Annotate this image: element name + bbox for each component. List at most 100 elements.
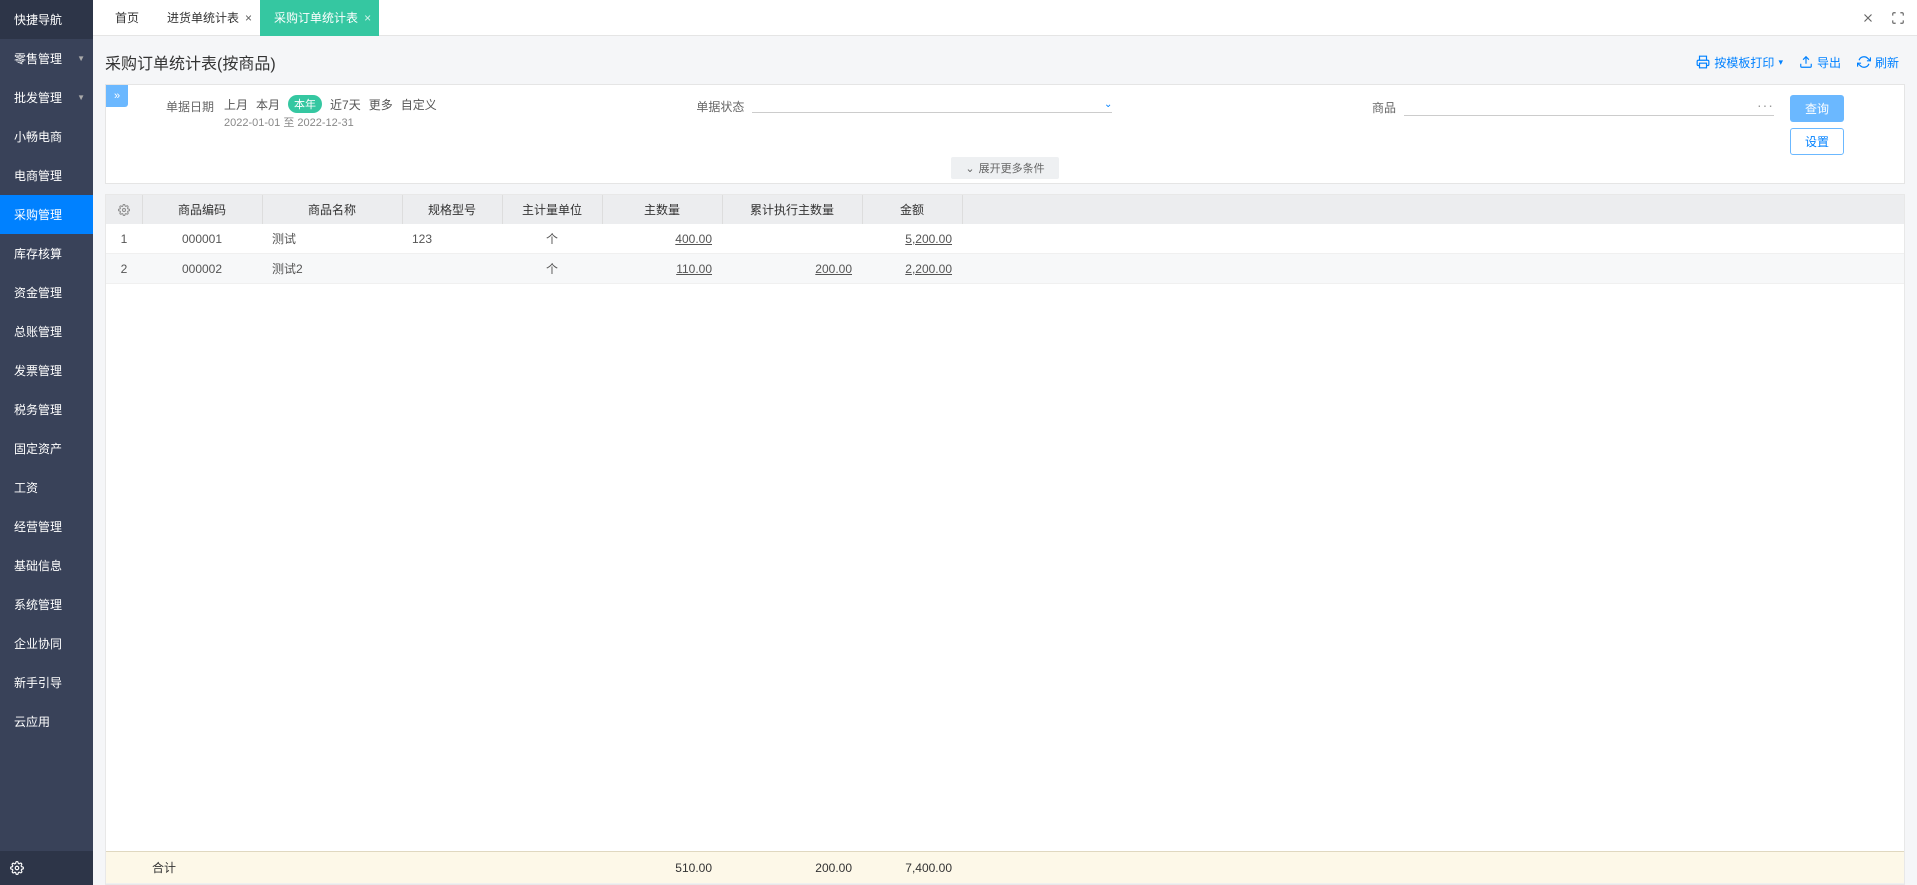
sidebar-item-6[interactable]: 库存核算 [0,234,93,273]
caret-down-icon: ▼ [77,54,85,63]
sidebar-item-2[interactable]: 批发管理▼ [0,78,93,117]
sidebar-item-9[interactable]: 发票管理 [0,351,93,390]
sidebar-item-7[interactable]: 资金管理 [0,273,93,312]
print-button[interactable]: 按模板打印 ▾ [1696,54,1783,71]
cell-unit: 个 [502,224,602,254]
sidebar-settings[interactable] [0,851,93,885]
sidebar-item-13[interactable]: 经营管理 [0,507,93,546]
tab-0[interactable]: 首页 [101,0,153,36]
cell-unit: 个 [502,254,602,284]
footer-qty: 510.00 [602,852,722,884]
table-row[interactable]: 1000001测试123个400.005,200.00 [106,224,1904,254]
main-content: 首页进货单统计表×采购订单统计表× 采购订单统计表(按商品) 按模板打印 [93,0,1917,885]
filter-date: 单据日期 上月本月本年近7天更多自定义 2022-01-01 至 2022-12… [166,95,437,130]
cell-spec [402,254,502,284]
tabs-close-all[interactable] [1859,9,1877,27]
col-name[interactable]: 商品名称 [262,195,402,224]
sidebar-item-16[interactable]: 企业协同 [0,624,93,663]
cell-name: 测试2 [262,254,402,284]
date-option[interactable]: 自定义 [401,96,437,113]
sidebar-item-label: 批发管理 [14,89,62,106]
expand-conditions[interactable]: ⌄ 展开更多条件 [951,157,1058,179]
tab-1[interactable]: 进货单统计表 × [153,0,260,36]
sidebar-item-1[interactable]: 零售管理 ▼ [0,39,93,78]
col-exec[interactable]: 累计执行主数量 [722,195,862,224]
sidebar-item-label: 企业协同 [14,635,62,652]
product-select[interactable]: ··· [1404,95,1774,116]
sidebar-item-label: 总账管理 [14,323,62,340]
sidebar-item-17[interactable]: 新手引导 [0,663,93,702]
sidebar-item-18[interactable]: 云应用 [0,702,93,741]
settings-button[interactable]: 设置 [1790,128,1844,155]
sidebar-item-4[interactable]: 电商管理 [0,156,93,195]
gear-column[interactable] [106,195,142,224]
sidebar-item-3[interactable]: 小畅电商 [0,117,93,156]
cell-amount[interactable]: 2,200.00 [862,254,962,284]
sidebar-item-label: 新手引导 [14,674,62,691]
sidebar-item-12[interactable]: 工资 [0,468,93,507]
col-qty[interactable]: 主数量 [602,195,722,224]
sidebar-item-label: 资金管理 [14,284,62,301]
filter-status: 单据状态 ⌄ [696,95,1112,115]
col-spec[interactable]: 规格型号 [402,195,502,224]
export-icon [1799,55,1813,69]
status-select[interactable]: ⌄ [752,97,1112,113]
date-option[interactable]: 更多 [369,96,393,113]
cell-exec[interactable]: 200.00 [722,254,862,284]
date-option[interactable]: 本年 [288,95,322,113]
tab-label: 进货单统计表 [167,9,239,26]
sidebar-item-14[interactable]: 基础信息 [0,546,93,585]
sidebar-item-label: 电商管理 [14,167,62,184]
col-code[interactable]: 商品编码 [142,195,262,224]
cell-amount[interactable]: 5,200.00 [862,224,962,254]
sidebar-item-label: 采购管理 [14,206,62,223]
sidebar-item-5[interactable]: 采购管理 [0,195,93,234]
more-icon: ··· [1757,97,1774,113]
tab-2[interactable]: 采购订单统计表× [260,0,379,36]
sidebar-item-0[interactable]: 快捷导航 [0,0,93,39]
filter-panel: » 单据日期 上月本月本年近7天更多自定义 2022-01-01 至 2022-… [105,84,1905,184]
cell-qty[interactable]: 110.00 [602,254,722,284]
chevron-right-icon: » [114,90,120,102]
cell-qty[interactable]: 400.00 [602,224,722,254]
filter-product-label: 商品 [1372,96,1396,116]
query-button[interactable]: 查询 [1790,95,1844,122]
sidebar-item-10[interactable]: 税务管理 [0,390,93,429]
col-amt[interactable]: 金额 [862,195,962,224]
sidebar-item-label: 经营管理 [14,518,62,535]
sidebar-item-8[interactable]: 总账管理 [0,312,93,351]
refresh-icon [1857,55,1871,69]
date-option[interactable]: 本月 [256,96,280,113]
cell-exec[interactable] [722,224,862,254]
tab-bar: 首页进货单统计表×采购订单统计表× [93,0,1917,36]
data-table: 商品编码 商品名称 规格型号 主计量单位 主数量 累计执行主数量 金额 1000… [105,194,1905,885]
export-button[interactable]: 导出 [1799,54,1841,71]
close-icon[interactable]: × [364,11,371,25]
sidebar: 快捷导航零售管理 ▼ 批发管理▼小畅电商电商管理采购管理库存核算资金管理总账管理发票… [0,0,93,885]
close-icon[interactable]: × [245,11,252,25]
date-option[interactable]: 近7天 [330,96,361,113]
sidebar-item-label: 系统管理 [14,596,62,613]
chevron-down-icon: ⌄ [965,162,974,175]
table-row[interactable]: 2000002测试2个110.00200.002,200.00 [106,254,1904,284]
date-option[interactable]: 上月 [224,96,248,113]
footer-amount: 7,400.00 [862,852,962,884]
sidebar-item-label: 工资 [14,479,38,496]
page-title: 采购订单统计表(按商品) [105,50,276,74]
collapse-toggle[interactable]: » [106,85,128,107]
sidebar-item-label: 发票管理 [14,362,62,379]
sidebar-item-label: 基础信息 [14,557,62,574]
filter-product: 商品 ··· [1372,95,1774,116]
refresh-button[interactable]: 刷新 [1857,54,1899,71]
cell-spec: 123 [402,224,502,254]
sidebar-item-11[interactable]: 固定资产 [0,429,93,468]
sidebar-item-label: 零售管理 [14,50,62,67]
sidebar-item-15[interactable]: 系统管理 [0,585,93,624]
cell-code: 000002 [142,254,262,284]
cell-code: 000001 [142,224,262,254]
col-unit[interactable]: 主计量单位 [502,195,602,224]
footer-exec: 200.00 [722,852,862,884]
fullscreen-icon[interactable] [1889,9,1907,27]
gear-icon [10,861,83,875]
chevron-down-icon: ⌄ [1104,99,1112,110]
